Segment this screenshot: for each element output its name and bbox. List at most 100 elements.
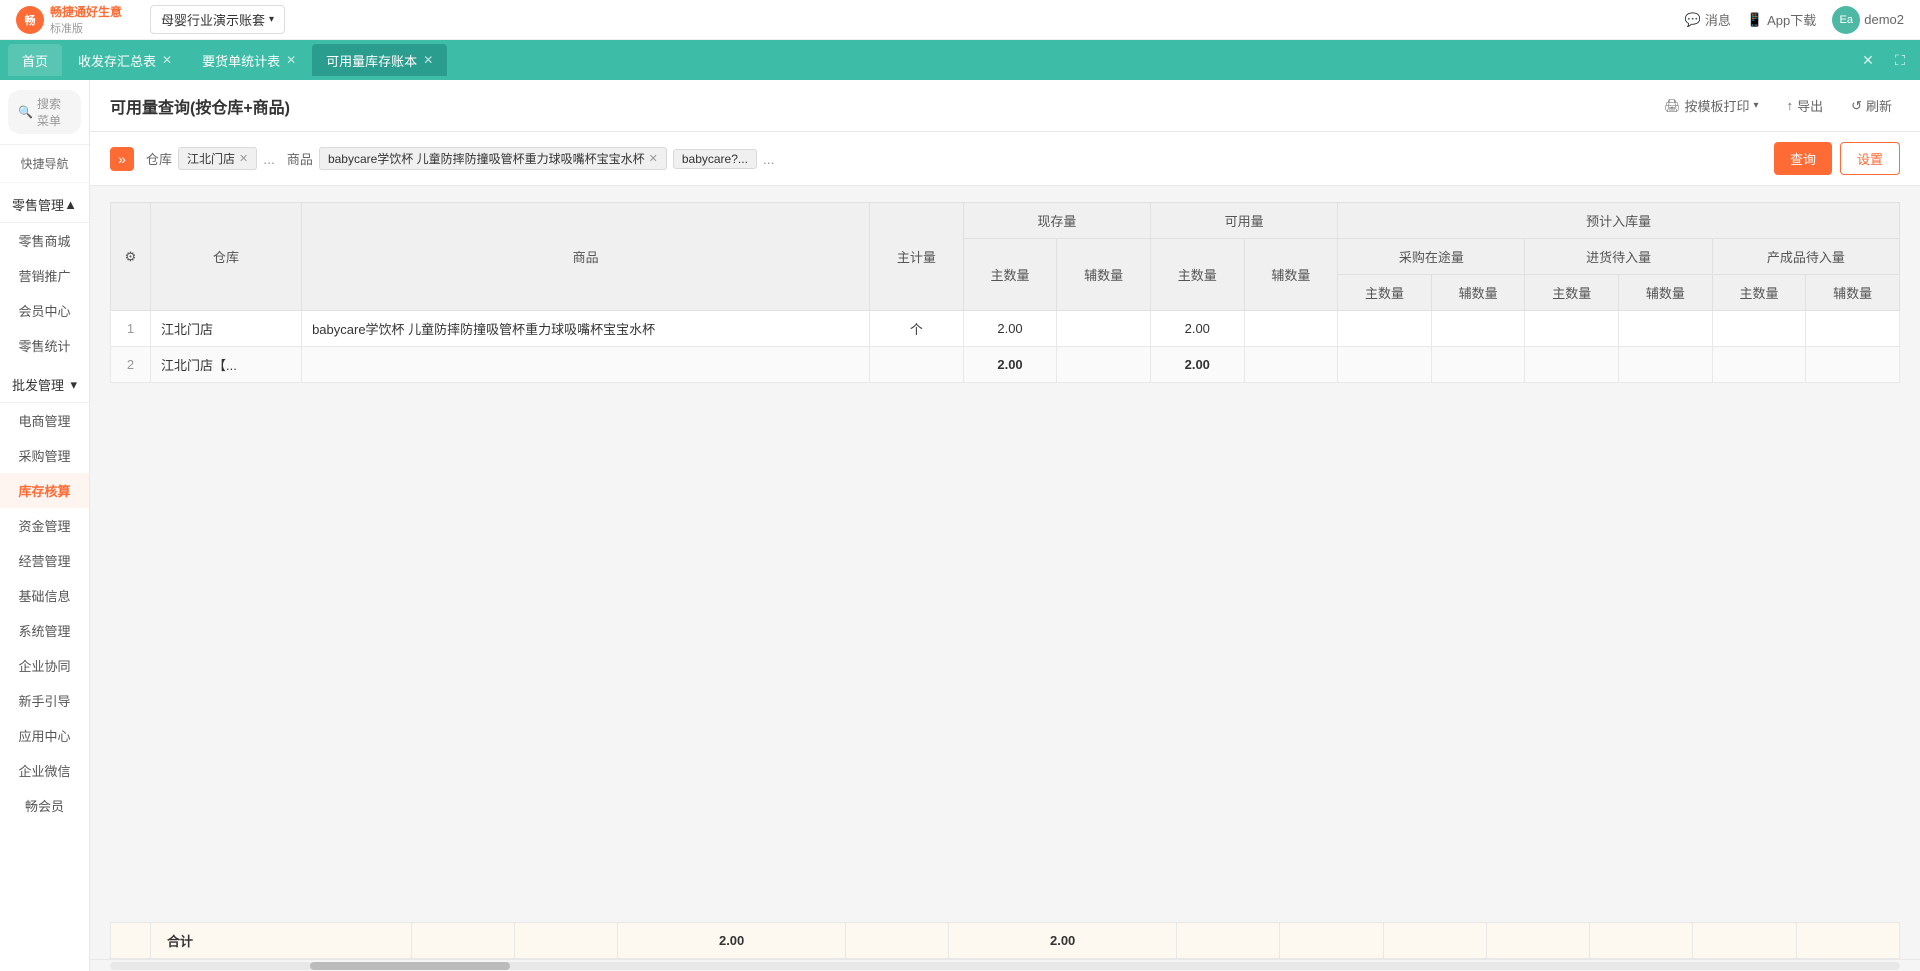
total-empty1 bbox=[111, 923, 151, 959]
sidebar-item-finance[interactable]: 资金管理 bbox=[0, 508, 89, 543]
sidebar-item-app-center[interactable]: 应用中心 bbox=[0, 718, 89, 753]
download-icon: 📱 bbox=[1747, 12, 1763, 28]
sidebar-item-enterprise-wechat[interactable]: 企业微信 bbox=[0, 753, 89, 788]
tab-available-stock[interactable]: 可用量库存账本 ✕ bbox=[312, 44, 447, 76]
top-bar-right: 💬 消息 📱 App下载 Ea demo2 bbox=[1685, 6, 1904, 34]
sidebar-item-ecommerce[interactable]: 电商管理 bbox=[0, 403, 89, 438]
row2-unit bbox=[870, 347, 964, 383]
sidebar-item-quick-nav[interactable]: 快捷导航 bbox=[0, 145, 89, 183]
sidebar-search-inner: 🔍 搜索菜单 bbox=[8, 90, 81, 134]
th-forecast-in: 预计入库量 bbox=[1338, 203, 1900, 239]
user-area[interactable]: Ea demo2 bbox=[1832, 6, 1904, 34]
filter-toggle-btn[interactable]: » bbox=[110, 147, 134, 171]
export-btn[interactable]: ↑ 导出 bbox=[1779, 92, 1832, 119]
sidebar-item-inventory[interactable]: 库存核算 bbox=[0, 473, 89, 508]
tab-receivable[interactable]: 收发存汇总表 ✕ bbox=[64, 44, 186, 76]
sidebar-item-system[interactable]: 系统管理 bbox=[0, 613, 89, 648]
gear-icon[interactable]: ⚙ bbox=[125, 249, 137, 264]
row2-incoming-aux bbox=[1619, 347, 1713, 383]
filter-warehouse-tag[interactable]: 江北门店 ✕ bbox=[178, 147, 257, 170]
row2-available-main: 2.00 bbox=[1150, 347, 1244, 383]
search-icon: 🔍 bbox=[18, 105, 33, 119]
print-chevron-icon: ▾ bbox=[1754, 100, 1759, 111]
row2-production-aux bbox=[1806, 347, 1900, 383]
th-available: 可用量 bbox=[1150, 203, 1337, 239]
home-tab-label: 首页 bbox=[22, 51, 48, 70]
sidebar-item-member-pro[interactable]: 畅会员 bbox=[0, 788, 89, 823]
page-actions: 🖨 按模板打印 ▾ ↑ 导出 ↺ 刷新 bbox=[1656, 92, 1900, 119]
sidebar-item-operations[interactable]: 经营管理 bbox=[0, 543, 89, 578]
tab-receivable-close[interactable]: ✕ bbox=[162, 53, 172, 67]
message-action[interactable]: 💬 消息 bbox=[1685, 10, 1731, 29]
total-available-main: 2.00 bbox=[949, 923, 1177, 959]
refresh-icon: ↺ bbox=[1851, 98, 1862, 114]
main-layout: 🔍 搜索菜单 快捷导航 零售管理 ▲ 零售商城 营销推广 会员中心 零售统计 批… bbox=[0, 80, 1920, 971]
table-container: ⚙ 仓库 商品 主计量 现存量 可用量 预计入库量 主数量 辅数量 主数量 辅数… bbox=[90, 186, 1920, 922]
tab-order-stats-close[interactable]: ✕ bbox=[286, 53, 296, 67]
query-button[interactable]: 查询 bbox=[1774, 142, 1832, 175]
sidebar-section-wholesale[interactable]: 批发管理 ▾ bbox=[0, 363, 89, 403]
total-i-aux bbox=[1590, 923, 1693, 959]
print-icon: 🖨 bbox=[1664, 98, 1681, 114]
logo-icon: 畅 bbox=[16, 6, 44, 34]
tab-home[interactable]: 首页 bbox=[8, 44, 62, 76]
sidebar-item-retail-mall[interactable]: 零售商城 bbox=[0, 223, 89, 258]
sidebar-item-new-guide[interactable]: 新手引导 bbox=[0, 683, 89, 718]
total-available-aux bbox=[1177, 923, 1280, 959]
refresh-btn[interactable]: ↺ 刷新 bbox=[1843, 92, 1900, 119]
scroll-thumb[interactable] bbox=[310, 962, 510, 970]
close-tab-btn[interactable]: ✕ bbox=[1856, 48, 1880, 72]
th-purchase-transit: 采购在途量 bbox=[1338, 239, 1525, 275]
export-icon: ↑ bbox=[1787, 98, 1794, 113]
row2-seq: 2 bbox=[111, 347, 151, 383]
filter-product-tag1[interactable]: babycare学饮杯 儿童防摔防撞吸管杯重力球吸嘴杯宝宝水杯 ✕ bbox=[319, 147, 667, 170]
th-purchase-main-qty: 主数量 bbox=[1338, 275, 1432, 311]
top-bar: 畅 畅捷通好生意 标准版 母婴行业演示账套 ▾ 💬 消息 📱 App下载 Ea … bbox=[0, 0, 1920, 40]
chevron-down-icon: ▾ bbox=[70, 377, 77, 393]
filter-product-tag2[interactable]: babycare?... bbox=[673, 149, 757, 169]
horizontal-scrollbar[interactable] bbox=[110, 962, 1900, 970]
sidebar-item-purchase[interactable]: 采购管理 bbox=[0, 438, 89, 473]
tab-bar-actions: ✕ ⛶ bbox=[1856, 48, 1912, 72]
top-bar-left: 畅 畅捷通好生意 标准版 母婴行业演示账套 ▾ bbox=[16, 3, 285, 36]
total-table: 合计 2.00 2.00 bbox=[110, 922, 1900, 959]
sidebar-section-retail[interactable]: 零售管理 ▲ bbox=[0, 183, 89, 223]
tab-receivable-label: 收发存汇总表 bbox=[78, 51, 156, 70]
th-available-main-qty: 主数量 bbox=[1150, 239, 1244, 311]
sidebar-item-member[interactable]: 会员中心 bbox=[0, 293, 89, 328]
sidebar: 🔍 搜索菜单 快捷导航 零售管理 ▲ 零售商城 营销推广 会员中心 零售统计 批… bbox=[0, 80, 90, 971]
th-current-aux-qty: 辅数量 bbox=[1057, 239, 1151, 311]
row2-production-main bbox=[1712, 347, 1806, 383]
total-product-empty bbox=[411, 923, 514, 959]
sidebar-item-marketing[interactable]: 营销推广 bbox=[0, 258, 89, 293]
sidebar-item-basic-info[interactable]: 基础信息 bbox=[0, 578, 89, 613]
sidebar-search[interactable]: 🔍 搜索菜单 bbox=[0, 80, 89, 145]
tab-order-stats-label: 要货单统计表 bbox=[202, 51, 280, 70]
app-download-action[interactable]: 📱 App下载 bbox=[1747, 10, 1816, 29]
row1-product: babycare学饮杯 儿童防摔防撞吸管杯重力球吸嘴杯宝宝水杯 bbox=[302, 311, 870, 347]
tab-order-stats[interactable]: 要货单统计表 ✕ bbox=[188, 44, 310, 76]
filter-warehouse-more[interactable]: ... bbox=[263, 151, 275, 167]
sidebar-item-retail-stats[interactable]: 零售统计 bbox=[0, 328, 89, 363]
filter-warehouse-label: 仓库 bbox=[146, 149, 172, 168]
print-btn[interactable]: 🖨 按模板打印 ▾ bbox=[1656, 92, 1767, 119]
th-settings[interactable]: ⚙ bbox=[111, 203, 151, 311]
message-icon: 💬 bbox=[1685, 12, 1701, 28]
total-label: 合计 bbox=[151, 923, 412, 959]
tab-available-stock-close[interactable]: ✕ bbox=[423, 53, 433, 67]
expand-tab-btn[interactable]: ⛶ bbox=[1888, 48, 1912, 72]
filter-product-tag1-close[interactable]: ✕ bbox=[649, 152, 658, 165]
row2-incoming-main bbox=[1525, 347, 1619, 383]
chevron-icon: ▲ bbox=[64, 197, 77, 212]
logo-text: 畅捷通好生意 标准版 bbox=[50, 3, 122, 36]
setting-button[interactable]: 设置 bbox=[1840, 142, 1900, 175]
row1-seq: 1 bbox=[111, 311, 151, 347]
total-unit-empty bbox=[514, 923, 617, 959]
total-i-main bbox=[1486, 923, 1589, 959]
filter-area: » 仓库 江北门店 ✕ ... 商品 babycare学饮杯 儿童防摔防撞吸管杯… bbox=[90, 132, 1920, 186]
filter-product-more[interactable]: ... bbox=[763, 151, 775, 167]
filter-warehouse-close[interactable]: ✕ bbox=[239, 152, 248, 165]
industry-selector[interactable]: 母婴行业演示账套 ▾ bbox=[150, 5, 285, 34]
row1-unit: 个 bbox=[870, 311, 964, 347]
sidebar-item-enterprise-collab[interactable]: 企业协同 bbox=[0, 648, 89, 683]
